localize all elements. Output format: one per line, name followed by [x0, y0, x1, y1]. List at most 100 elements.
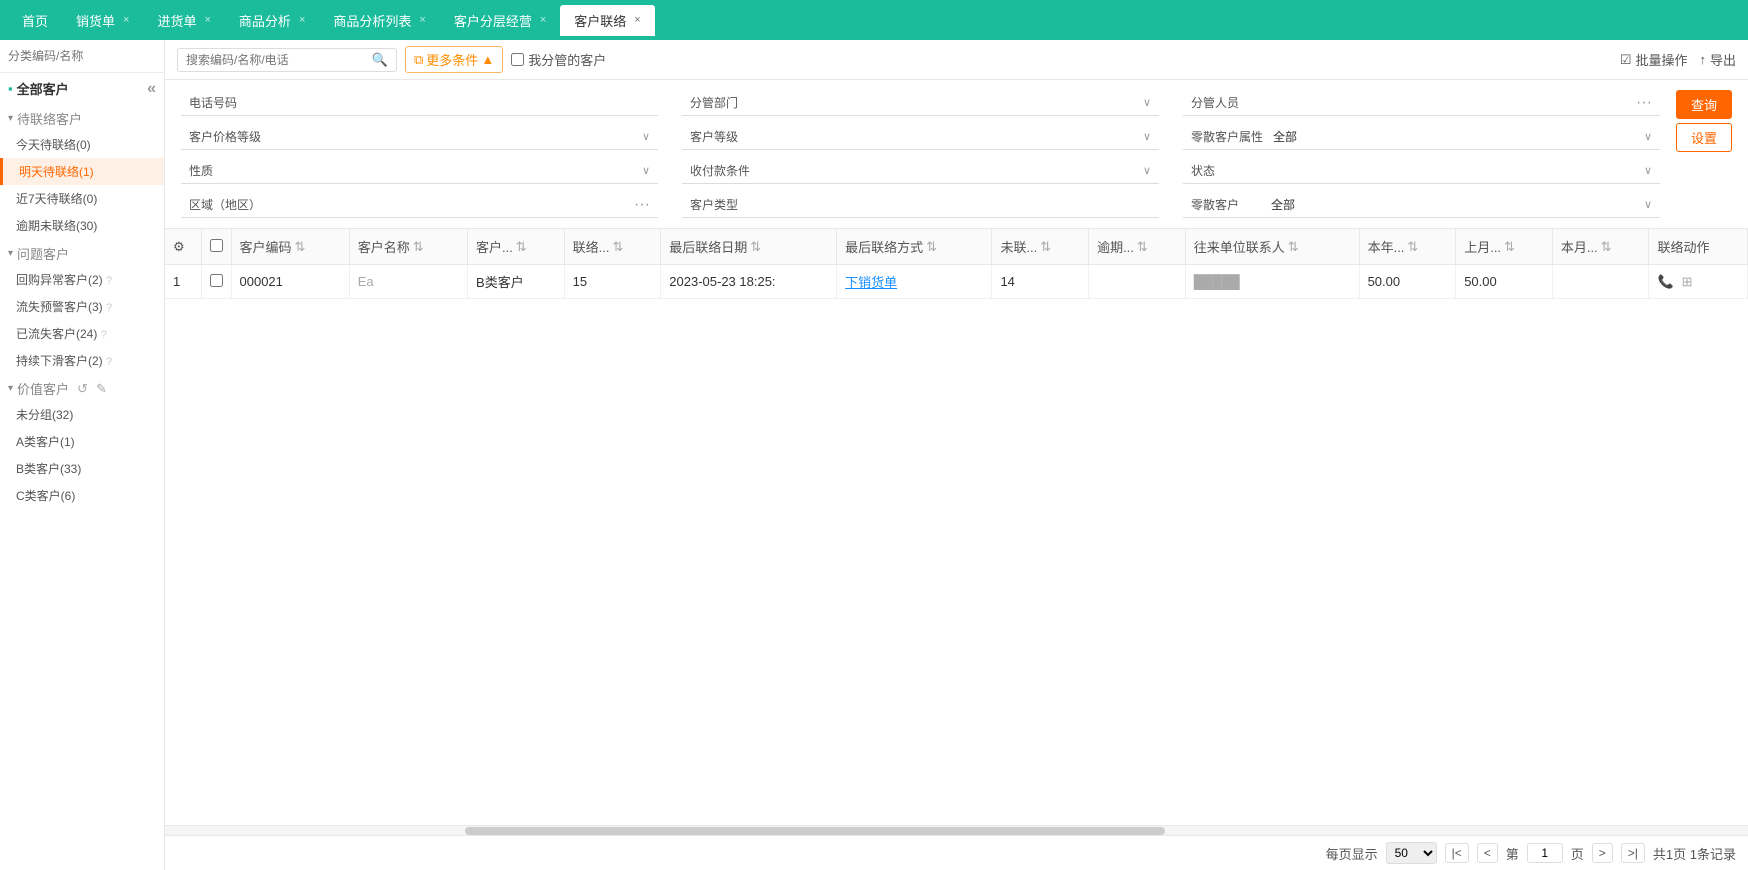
collapse-icon[interactable]: « — [147, 80, 156, 98]
chevron-down-icon: ∨ — [1644, 198, 1652, 211]
top-navigation: 首页 销货单 × 进货单 × 商品分析 × 商品分析列表 × 客户分层经营 × … — [0, 0, 1748, 40]
sidebar-group-problem: ▾ 问题客户 — [0, 239, 164, 266]
close-icon[interactable]: × — [419, 14, 425, 26]
more-icon[interactable]: ··· — [1636, 95, 1652, 111]
select-all-checkbox[interactable] — [210, 239, 223, 252]
action-phone-icon[interactable]: 📞 — [1657, 274, 1673, 290]
sidebar-item-declining[interactable]: 持续下滑客户(2) ? — [0, 347, 164, 374]
col-last-date[interactable]: 最后联络日期 ⇅ — [661, 229, 837, 265]
close-icon[interactable]: × — [540, 14, 546, 26]
cell-index: 1 — [165, 265, 201, 299]
filter-icon: ⧉ — [414, 52, 423, 68]
nav-product-analysis[interactable]: 商品分析 × — [225, 5, 319, 36]
sidebar-item-class-c[interactable]: C类客户(6) — [0, 482, 164, 509]
cell-checkbox[interactable] — [201, 265, 231, 299]
sidebar-item-7days[interactable]: 近7天待联络(0) — [0, 185, 164, 212]
col-name[interactable]: 客户名称 ⇅ — [349, 229, 467, 265]
col-code[interactable]: 客户编码 ⇅ — [231, 229, 349, 265]
sidebar-item-tomorrow[interactable]: 明天待联络(1) — [0, 158, 164, 185]
table-body: 1 000021 Ea B类客户 15 2023-05-23 18:25: 下销… — [165, 265, 1748, 299]
nav-customer-tier[interactable]: 客户分层经营 × — [440, 5, 560, 36]
col-this-year[interactable]: 本年... ⇅ — [1359, 229, 1456, 265]
close-icon[interactable]: × — [204, 14, 210, 26]
my-customers-checkbox-input[interactable] — [511, 53, 524, 66]
col-contact-person[interactable]: 往来单位联系人 ⇅ — [1185, 229, 1359, 265]
cell-last-date: 2023-05-23 18:25: — [661, 265, 837, 299]
col-checkbox[interactable] — [201, 229, 231, 265]
filter-retail-attr: 零散客户属性 全部 ∨ — [1183, 124, 1660, 150]
col-last-month[interactable]: 上月... ⇅ — [1456, 229, 1553, 265]
sidebar-search-input[interactable] — [8, 49, 163, 63]
filter-customer-type: 客户类型 — [682, 192, 1159, 218]
close-icon[interactable]: × — [634, 14, 640, 26]
my-customers-checkbox[interactable]: 我分管的客户 — [511, 50, 606, 69]
sidebar-item-churn-warning[interactable]: 流失预警客户(3) ? — [0, 293, 164, 320]
page-label: 第 — [1506, 844, 1519, 863]
col-settings[interactable]: ⚙ — [165, 229, 201, 265]
sidebar: 🔍 ▪ 全部客户 « ▾ 待联络客户 今天待联络(0) 明天待联络(1) 近7天… — [0, 40, 165, 870]
search-icon[interactable]: 🔍 — [372, 52, 388, 68]
chevron-down-icon: ▾ — [8, 383, 13, 394]
cell-action: 📞 ⊞ — [1649, 265, 1748, 299]
export-button[interactable]: ↑ 导出 — [1699, 50, 1736, 69]
nav-home[interactable]: 首页 — [8, 5, 62, 36]
table-row: 1 000021 Ea B类客户 15 2023-05-23 18:25: 下销… — [165, 265, 1748, 299]
col-contact-count[interactable]: 联络... ⇅ — [564, 229, 661, 265]
settings-button[interactable]: 设置 — [1676, 123, 1732, 152]
nav-customer-contact[interactable]: 客户联络 × — [560, 5, 654, 36]
more-icon[interactable]: ··· — [634, 197, 650, 213]
filter-dept: 分管部门 ∨ — [682, 90, 1159, 116]
col-this-month[interactable]: 本月... ⇅ — [1552, 229, 1649, 265]
col-last-method[interactable]: 最后联络方式 ⇅ — [837, 229, 992, 265]
nav-sales-order[interactable]: 销货单 × — [62, 5, 143, 36]
chevron-down-icon: ∨ — [1143, 96, 1151, 109]
page-size-select[interactable]: 50 100 200 — [1386, 842, 1437, 864]
content-area: 🔍 ⧉ 更多条件 ▲ 我分管的客户 ☑ 批量操作 ↑ 导出 — [165, 40, 1748, 870]
sidebar-item-class-b[interactable]: B类客户(33) — [0, 455, 164, 482]
close-icon[interactable]: × — [299, 14, 305, 26]
col-type[interactable]: 客户... ⇅ — [468, 229, 565, 265]
filter-region: 区域（地区） ··· — [181, 192, 658, 218]
filter-phone: 电话号码 — [181, 90, 658, 116]
main-layout: 🔍 ▪ 全部客户 « ▾ 待联络客户 今天待联络(0) 明天待联络(1) 近7天… — [0, 40, 1748, 870]
sidebar-item-overdue[interactable]: 逾期未联络(30) — [0, 212, 164, 239]
sidebar-item-today[interactable]: 今天待联络(0) — [0, 131, 164, 158]
refresh-icon[interactable]: ↺ — [77, 381, 88, 397]
bulk-operations-button[interactable]: ☑ 批量操作 — [1620, 50, 1688, 69]
action-more-icon[interactable]: ⊞ — [1682, 274, 1693, 290]
query-button[interactable]: 查询 — [1676, 90, 1732, 119]
first-page-button[interactable]: |< — [1445, 843, 1469, 863]
table-container: ⚙ 客户编码 ⇅ 客户名称 ⇅ 客户... ⇅ 联络... ⇅ 最后联络日期 ⇅… — [165, 229, 1748, 825]
phone-input[interactable] — [265, 96, 650, 110]
sidebar-item-churned[interactable]: 已流失客户(24) ? — [0, 320, 164, 347]
filter-payment-terms: 收付款条件 ∨ — [682, 158, 1159, 184]
export-icon: ↑ — [1699, 52, 1706, 67]
more-filter-button[interactable]: ⧉ 更多条件 ▲ — [405, 46, 503, 73]
filter-row-2: 客户价格等级 ∨ 客户等级 ∨ 零散客户属性 全部 ∨ — [181, 124, 1660, 150]
page-number-input[interactable] — [1527, 843, 1563, 863]
nav-product-analysis-list[interactable]: 商品分析列表 × — [319, 5, 439, 36]
prev-page-button[interactable]: < — [1477, 843, 1498, 863]
search-input[interactable] — [186, 53, 368, 67]
last-page-button[interactable]: >| — [1621, 843, 1645, 863]
sidebar-item-ungrouped[interactable]: 未分组(32) — [0, 401, 164, 428]
page-size-label: 每页显示 — [1326, 844, 1378, 863]
filter-row-3: 性质 ∨ 收付款条件 ∨ 状态 ∨ — [181, 158, 1660, 184]
chevron-down-icon: ∨ — [1644, 164, 1652, 177]
chevron-down-icon: ∨ — [1143, 130, 1151, 143]
scroll-thumb[interactable] — [465, 827, 1165, 835]
next-page-button[interactable]: > — [1592, 843, 1613, 863]
filter-person: 分管人员 ··· — [1183, 90, 1660, 116]
nav-purchase-order[interactable]: 进货单 × — [143, 5, 224, 36]
col-not-contacted[interactable]: 未联... ⇅ — [992, 229, 1089, 265]
cell-type: B类客户 — [468, 265, 565, 299]
chevron-down-icon: ∨ — [1644, 130, 1652, 143]
col-overdue[interactable]: 逾期... ⇅ — [1089, 229, 1186, 265]
horizontal-scrollbar[interactable] — [165, 825, 1748, 835]
edit-icon[interactable]: ✎ — [96, 381, 107, 397]
chevron-down-icon: ▾ — [8, 113, 13, 124]
close-icon[interactable]: × — [123, 14, 129, 26]
sidebar-item-class-a[interactable]: A类客户(1) — [0, 428, 164, 455]
sidebar-all-customers[interactable]: ▪ 全部客户 « — [0, 73, 164, 104]
sidebar-item-repurchase-abnormal[interactable]: 回购异常客户(2) ? — [0, 266, 164, 293]
